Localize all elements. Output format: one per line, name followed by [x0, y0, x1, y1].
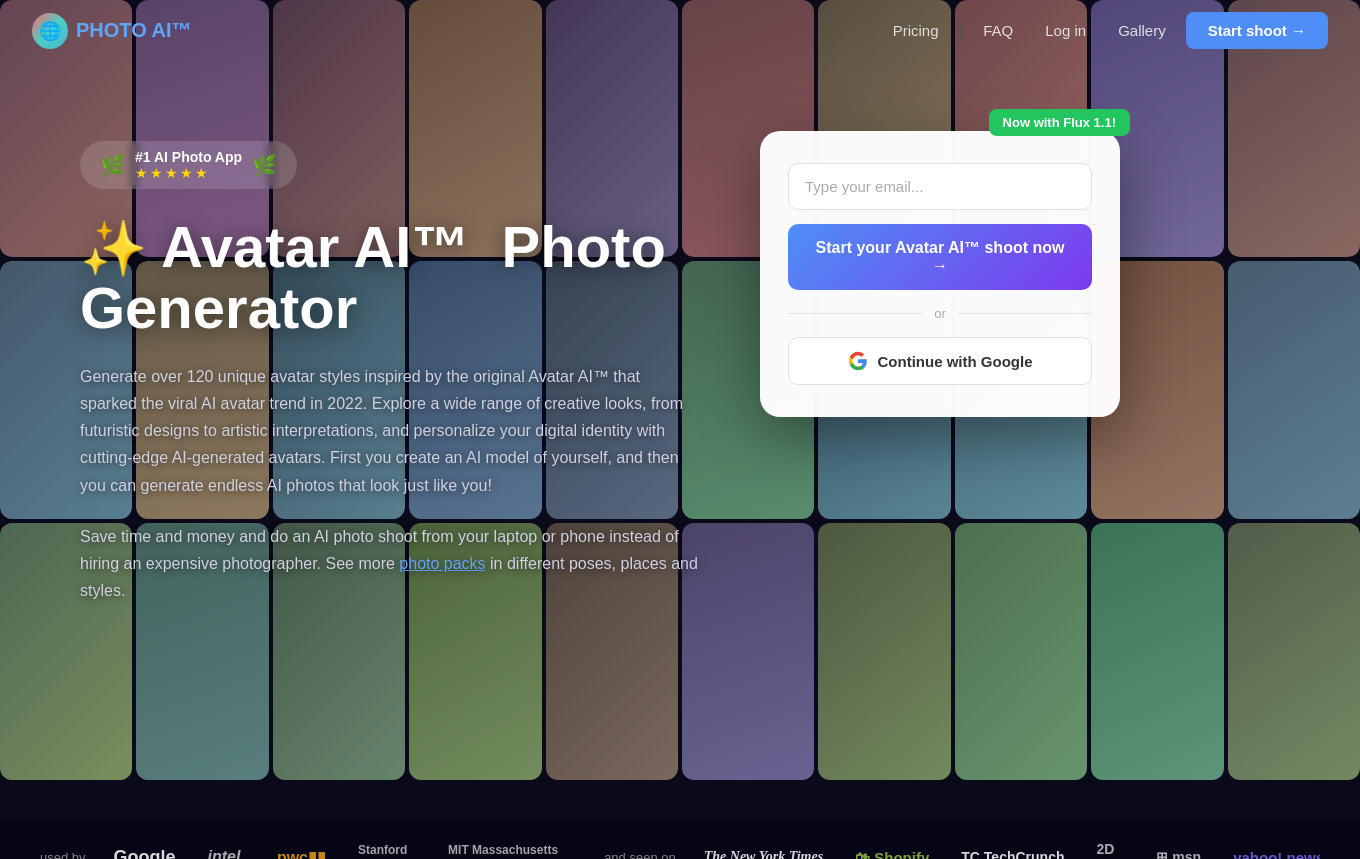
or-divider: or — [788, 306, 1092, 321]
hero-title: ✨ Avatar AI™ PhotoGenerator — [80, 217, 700, 339]
brand-msn: ⊞ msn — [1156, 849, 1201, 859]
used-by-label: used by — [40, 850, 86, 860]
brand-nyt: The New York Times — [704, 849, 823, 859]
laurel-right: 🌿 — [252, 153, 277, 177]
nav-login[interactable]: Log in — [1033, 14, 1098, 47]
seen-on-label: and seen on — [604, 850, 676, 860]
nav-faq[interactable]: FAQ — [971, 14, 1025, 47]
laurel-left: 🌿 — [100, 153, 125, 177]
flux-badge: Now with Flux 1.1! — [989, 109, 1130, 136]
brand-yahoo: yahoo! news — [1233, 849, 1320, 860]
hero-left: 🌿 #1 AI Photo App ★★★★★ 🌿 ✨ Avatar AI™ P… — [80, 121, 700, 604]
start-shoot-button[interactable]: Start shoot → — [1186, 12, 1328, 49]
brands-bar: used by Google intel. pwc▮▮ StanfordUniv… — [0, 821, 1360, 859]
nav-gallery[interactable]: Gallery — [1106, 14, 1178, 47]
brand-shopify: 🛍 Shopify — [855, 849, 929, 860]
nav-links: Pricing | FAQ Log in Gallery Start shoot… — [881, 12, 1328, 49]
award-badge: 🌿 #1 AI Photo App ★★★★★ 🌿 — [80, 141, 297, 189]
hero-description: Generate over 120 unique avatar styles i… — [80, 363, 700, 499]
photo-packs-link[interactable]: photo packs — [399, 555, 485, 572]
nav-sep-1: | — [959, 20, 964, 41]
brand-intel: intel. — [208, 848, 245, 859]
logo-icon: 🌐 — [32, 13, 68, 49]
start-shoot-signup-button[interactable]: Start your Avatar AI™ shoot now → — [788, 224, 1092, 290]
signup-panel: Now with Flux 1.1! Start your Avatar AI™… — [760, 121, 1120, 417]
brand-logos-seen: The New York Times 🛍 Shopify TC TechCrun… — [704, 841, 1320, 859]
brand-stanford: StanfordUniversity — [358, 843, 416, 859]
award-text: #1 AI Photo App — [135, 149, 242, 165]
brand-techcrunch: TC TechCrunch — [961, 849, 1064, 859]
brand-logos-used: Google intel. pwc▮▮ StanfordUniversity M… — [114, 843, 577, 859]
logo[interactable]: 🌐 PHOTO AI™ — [32, 13, 192, 49]
nav-pricing[interactable]: Pricing — [881, 14, 951, 47]
signup-card: Start your Avatar AI™ shoot now → or Con… — [760, 131, 1120, 417]
or-line-left — [788, 313, 922, 314]
hero-description-2: Save time and money and do an AI photo s… — [80, 523, 700, 605]
google-icon — [848, 351, 868, 371]
sparkle-icon: ✨ — [80, 220, 147, 277]
navbar: 🌐 PHOTO AI™ Pricing | FAQ Log in Gallery… — [0, 0, 1360, 61]
google-btn-label: Continue with Google — [878, 353, 1033, 370]
brand-google: Google — [114, 847, 176, 860]
brand-mit: MIT MassachusettsInstitute of Technology — [448, 843, 576, 859]
email-input[interactable] — [788, 163, 1092, 210]
google-signin-button[interactable]: Continue with Google — [788, 337, 1092, 385]
or-line-right — [958, 313, 1092, 314]
brand-pwc: pwc▮▮ — [277, 848, 326, 860]
or-label: or — [934, 306, 946, 321]
stars: ★★★★★ — [135, 165, 242, 181]
hero-section: 🌿 #1 AI Photo App ★★★★★ 🌿 ✨ Avatar AI™ P… — [0, 61, 1360, 781]
logo-text: PHOTO AI™ — [76, 19, 192, 42]
brand-zdnet: 2DNET — [1096, 841, 1124, 859]
